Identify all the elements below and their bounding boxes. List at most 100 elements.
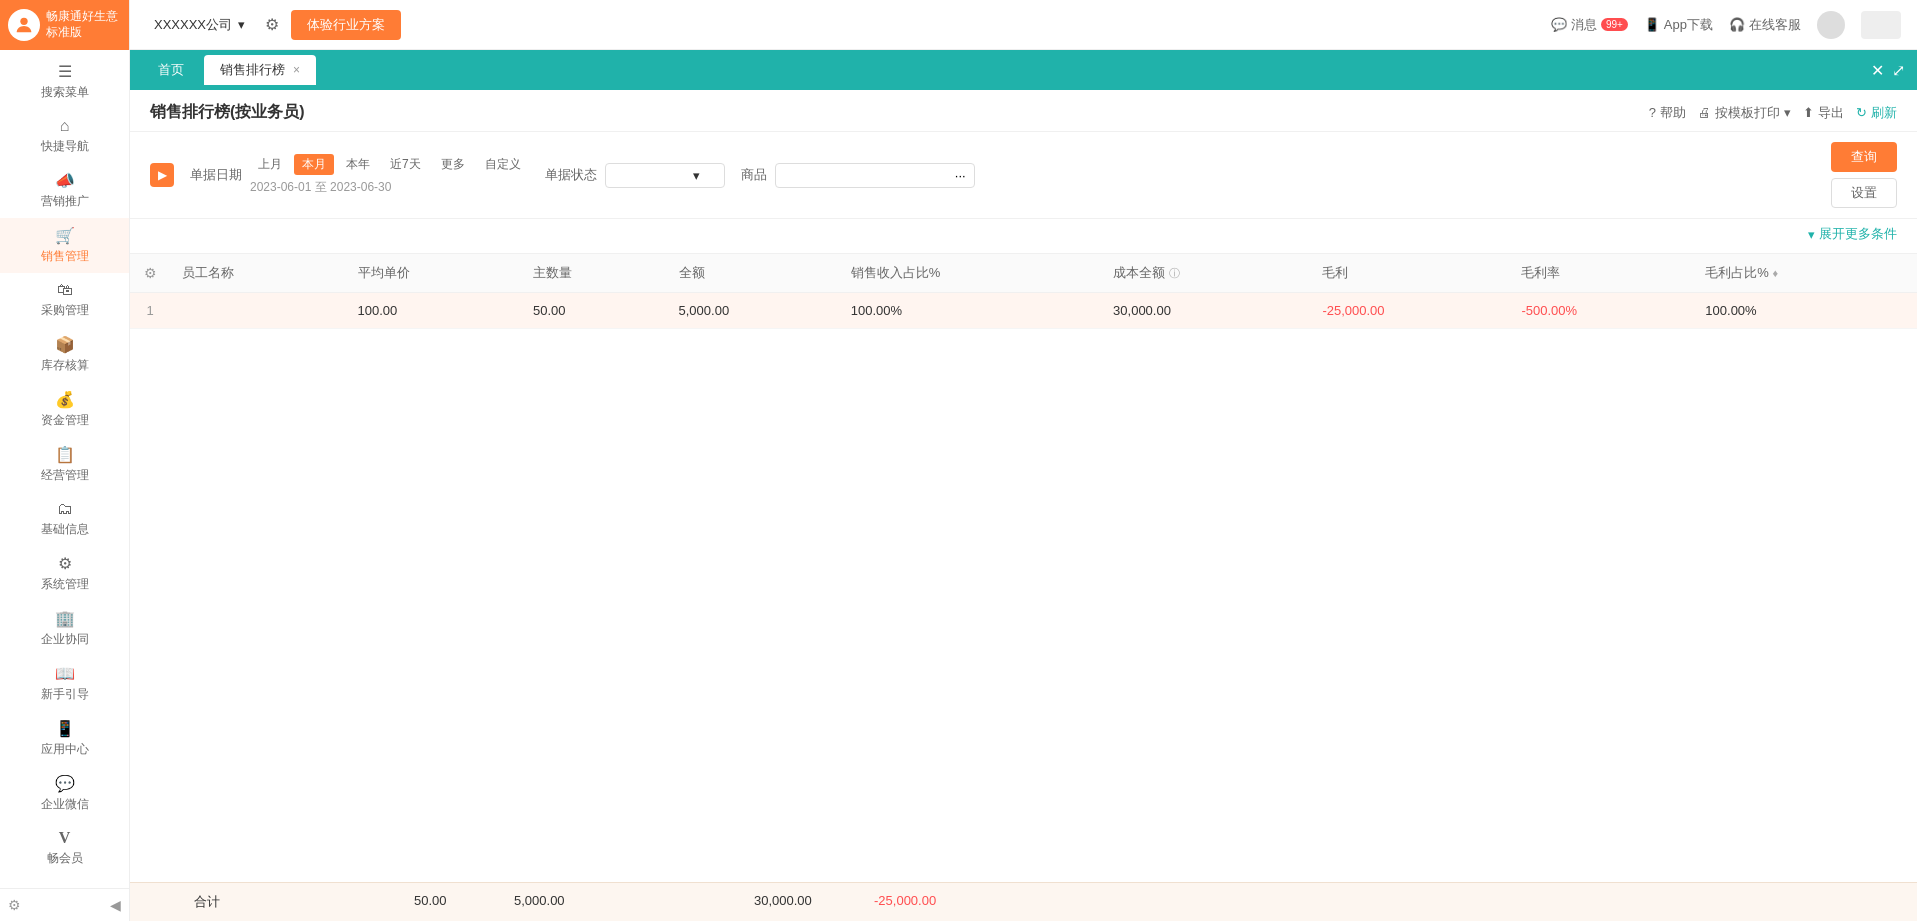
help-icon: ? bbox=[1649, 105, 1656, 120]
sidebar-item-label: 快捷导航 bbox=[41, 138, 89, 155]
page-header: 销售排行榜(按业务员) ? 帮助 🖨 按模板打印 ▾ ⬆ 导出 ↻ 刷新 bbox=[130, 90, 1917, 132]
table-header-row: ⚙ 员工名称 平均单价 主数量 全额 销售收入占比% 成本全额 ⓘ 毛利 毛利率 bbox=[130, 254, 1917, 293]
user-name-placeholder bbox=[1861, 11, 1901, 39]
export-button[interactable]: ⬆ 导出 bbox=[1803, 104, 1844, 122]
th-cost: 成本全额 ⓘ bbox=[1101, 254, 1310, 293]
sidebar-item-label: 经营管理 bbox=[41, 467, 89, 484]
message-badge: 99+ bbox=[1601, 18, 1628, 31]
content-area: 销售排行榜(按业务员) ? 帮助 🖨 按模板打印 ▾ ⬆ 导出 ↻ 刷新 bbox=[130, 90, 1917, 921]
sidebar-item-label: 资金管理 bbox=[41, 412, 89, 429]
online-service-label: 在线客服 bbox=[1749, 16, 1801, 34]
sidebar-item-system[interactable]: ⚙ 系统管理 bbox=[0, 546, 129, 601]
th-avg-price: 平均单价 bbox=[346, 254, 522, 293]
logo-text2: 标准版 bbox=[46, 25, 118, 41]
headset-icon: 🎧 bbox=[1729, 17, 1745, 32]
print-button[interactable]: 🖨 按模板打印 ▾ bbox=[1698, 104, 1791, 122]
cost-info-icon[interactable]: ⓘ bbox=[1169, 267, 1180, 279]
sidebar-item-guide[interactable]: 📖 新手引导 bbox=[0, 656, 129, 711]
row-amount: 5,000.00 bbox=[667, 293, 839, 329]
profit-pct-info-icon[interactable]: ♦ bbox=[1773, 267, 1779, 279]
basic-icon: 🗂 bbox=[57, 500, 73, 518]
footer-amount: 5,000.00 bbox=[502, 893, 622, 911]
capital-icon: 💰 bbox=[55, 390, 75, 409]
sidebar-item-operation[interactable]: 📋 经营管理 bbox=[0, 437, 129, 492]
sidebar-item-label: 营销推广 bbox=[41, 193, 89, 210]
message-item[interactable]: 💬 消息 99+ bbox=[1551, 16, 1628, 34]
sidebar-item-marketing[interactable]: 📣 营销推广 bbox=[0, 163, 129, 218]
logo-text1: 畅康通好生意 bbox=[46, 9, 118, 25]
sidebar-item-wechat[interactable]: 💬 企业微信 bbox=[0, 766, 129, 821]
trial-button[interactable]: 体验行业方案 bbox=[291, 10, 401, 40]
sidebar-item-purchase[interactable]: 🛍 采购管理 bbox=[0, 273, 129, 327]
settings-button[interactable]: 设置 bbox=[1831, 178, 1897, 208]
company-selector[interactable]: XXXXXX公司 ▾ bbox=[146, 12, 253, 38]
sidebar-item-basic[interactable]: 🗂 基础信息 bbox=[0, 492, 129, 546]
more-tab[interactable]: 更多 bbox=[433, 154, 473, 175]
corp-icon: 🏢 bbox=[55, 609, 75, 628]
help-button[interactable]: ? 帮助 bbox=[1649, 104, 1686, 122]
tab-close-icon[interactable]: × bbox=[293, 63, 300, 77]
guide-icon: 📖 bbox=[55, 664, 75, 683]
chevron-down-icon: ▾ bbox=[1808, 227, 1815, 242]
tab-label: 销售排行榜 bbox=[220, 61, 285, 79]
sidebar-settings-icon[interactable]: ⚙ bbox=[8, 897, 21, 913]
footer-avg-price bbox=[302, 893, 402, 911]
app-download-item[interactable]: 📱 App下载 bbox=[1644, 16, 1713, 34]
row-profit-pct: 100.00% bbox=[1693, 293, 1917, 329]
footer-label bbox=[142, 893, 182, 911]
filter-expand-arrow[interactable]: ▶ bbox=[150, 163, 174, 187]
th-profit-pct: 毛利占比% ♦ bbox=[1693, 254, 1917, 293]
sidebar-item-label: 新手引导 bbox=[41, 686, 89, 703]
sidebar-item-sales[interactable]: 🛒 销售管理 bbox=[0, 218, 129, 273]
page-title: 销售排行榜(按业务员) bbox=[150, 102, 305, 123]
tab-sales-ranking[interactable]: 销售排行榜 × bbox=[204, 55, 316, 85]
sidebar-item-appcenter[interactable]: 📱 应用中心 bbox=[0, 711, 129, 766]
column-settings-icon[interactable]: ⚙ bbox=[144, 265, 157, 281]
product-input[interactable]: ··· bbox=[775, 163, 975, 188]
footer-cells: 合计 50.00 5,000.00 30,000.00 -25,000.00 bbox=[142, 893, 1905, 911]
sidebar-item-label: 应用中心 bbox=[41, 741, 89, 758]
sidebar-item-capital[interactable]: 💰 资金管理 bbox=[0, 382, 129, 437]
close-window-icon[interactable]: ✕ bbox=[1871, 61, 1884, 80]
th-profit: 毛利 bbox=[1310, 254, 1509, 293]
sidebar-logo: 畅康通好生意 标准版 bbox=[0, 0, 129, 50]
expand-conditions-button[interactable]: ▾ 展开更多条件 bbox=[1808, 225, 1897, 243]
message-label: 消息 bbox=[1571, 16, 1597, 34]
header-settings-icon[interactable]: ⚙ bbox=[265, 15, 279, 34]
sidebar-item-search[interactable]: ☰ 搜索菜单 bbox=[0, 54, 129, 109]
custom-tab[interactable]: 自定义 bbox=[477, 154, 529, 175]
top-header: XXXXXX公司 ▾ ⚙ 体验行业方案 💬 消息 99+ 📱 App下载 🎧 在… bbox=[130, 0, 1917, 50]
sidebar-collapse-icon[interactable]: ◀ bbox=[110, 897, 121, 913]
sidebar-item-member[interactable]: V 畅会员 bbox=[0, 821, 129, 875]
sidebar-item-quick-nav[interactable]: ⌂ 快捷导航 bbox=[0, 109, 129, 163]
header-right: 💬 消息 99+ 📱 App下载 🎧 在线客服 bbox=[1551, 11, 1901, 39]
prev-month-tab[interactable]: 上月 bbox=[250, 154, 290, 175]
marketing-icon: 📣 bbox=[55, 171, 75, 190]
status-select[interactable]: ▾ bbox=[605, 163, 725, 188]
this-year-tab[interactable]: 本年 bbox=[338, 154, 378, 175]
system-icon: ⚙ bbox=[58, 554, 72, 573]
sidebar-item-corp[interactable]: 🏢 企业协同 bbox=[0, 601, 129, 656]
company-name: XXXXXX公司 bbox=[154, 16, 232, 34]
query-button[interactable]: 查询 bbox=[1831, 142, 1897, 172]
th-amount: 全额 bbox=[667, 254, 839, 293]
date-filter-label: 单据日期 bbox=[190, 166, 242, 184]
sidebar-item-label: 畅会员 bbox=[47, 850, 83, 867]
action-buttons: 查询 设置 bbox=[1831, 142, 1897, 208]
this-month-tab[interactable]: 本月 bbox=[294, 154, 334, 175]
filter-bar: ▶ 单据日期 上月 本月 本年 近7天 更多 自定义 2023-06-01 至 … bbox=[130, 132, 1917, 219]
maximize-window-icon[interactable]: ⤢ bbox=[1892, 61, 1905, 80]
operation-icon: 📋 bbox=[55, 445, 75, 464]
user-avatar[interactable] bbox=[1817, 11, 1845, 39]
tab-controls: ✕ ⤢ bbox=[1871, 61, 1905, 80]
tab-home[interactable]: 首页 bbox=[142, 55, 200, 85]
row-cost: 30,000.00 bbox=[1101, 293, 1310, 329]
app-download-label: App下载 bbox=[1664, 16, 1713, 34]
sidebar-item-inventory[interactable]: 📦 库存核算 bbox=[0, 327, 129, 382]
th-settings[interactable]: ⚙ bbox=[130, 254, 170, 293]
refresh-button[interactable]: ↻ 刷新 bbox=[1856, 104, 1897, 122]
sidebar-item-label: 企业微信 bbox=[41, 796, 89, 813]
online-service-item[interactable]: 🎧 在线客服 bbox=[1729, 16, 1801, 34]
last7-tab[interactable]: 近7天 bbox=[382, 154, 429, 175]
sales-icon: 🛒 bbox=[55, 226, 75, 245]
